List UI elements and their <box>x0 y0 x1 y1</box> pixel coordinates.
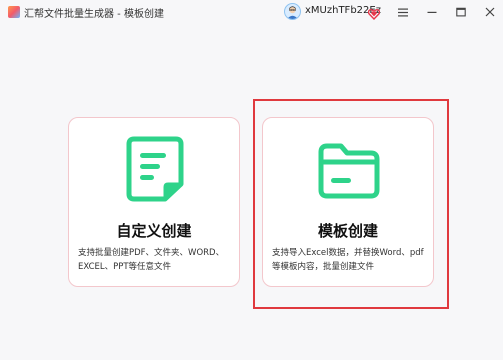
custom-create-card[interactable]: 自定义创建 支持批量创建PDF、文件夹、WORD、EXCEL、PPT等任意文件 <box>68 117 240 287</box>
template-create-card[interactable]: 模板创建 支持导入Excel数据，并替换Word、pdf等模板内容，批量创建文件 <box>262 117 434 287</box>
vip-heart-icon[interactable] <box>367 5 381 21</box>
app-logo-icon <box>8 6 20 18</box>
hamburger-menu-icon[interactable] <box>395 4 411 20</box>
title-bar: 汇帮文件批量生成器 - 模板创建 xMUzhTFb22Ez <box>0 0 503 24</box>
card-title: 模板创建 <box>317 222 378 240</box>
card-title: 自定义创建 <box>116 222 192 240</box>
folder-icon <box>317 136 381 202</box>
card-description: 支持批量创建PDF、文件夹、WORD、EXCEL、PPT等任意文件 <box>78 248 225 272</box>
close-icon[interactable] <box>482 4 498 20</box>
minimize-icon[interactable] <box>424 4 440 20</box>
document-icon <box>123 136 187 202</box>
maximize-icon[interactable] <box>453 4 469 20</box>
card-description: 支持导入Excel数据，并替换Word、pdf等模板内容，批量创建文件 <box>272 248 424 272</box>
avatar-icon[interactable] <box>284 3 301 20</box>
window-title: 汇帮文件批量生成器 - 模板创建 <box>24 9 164 20</box>
